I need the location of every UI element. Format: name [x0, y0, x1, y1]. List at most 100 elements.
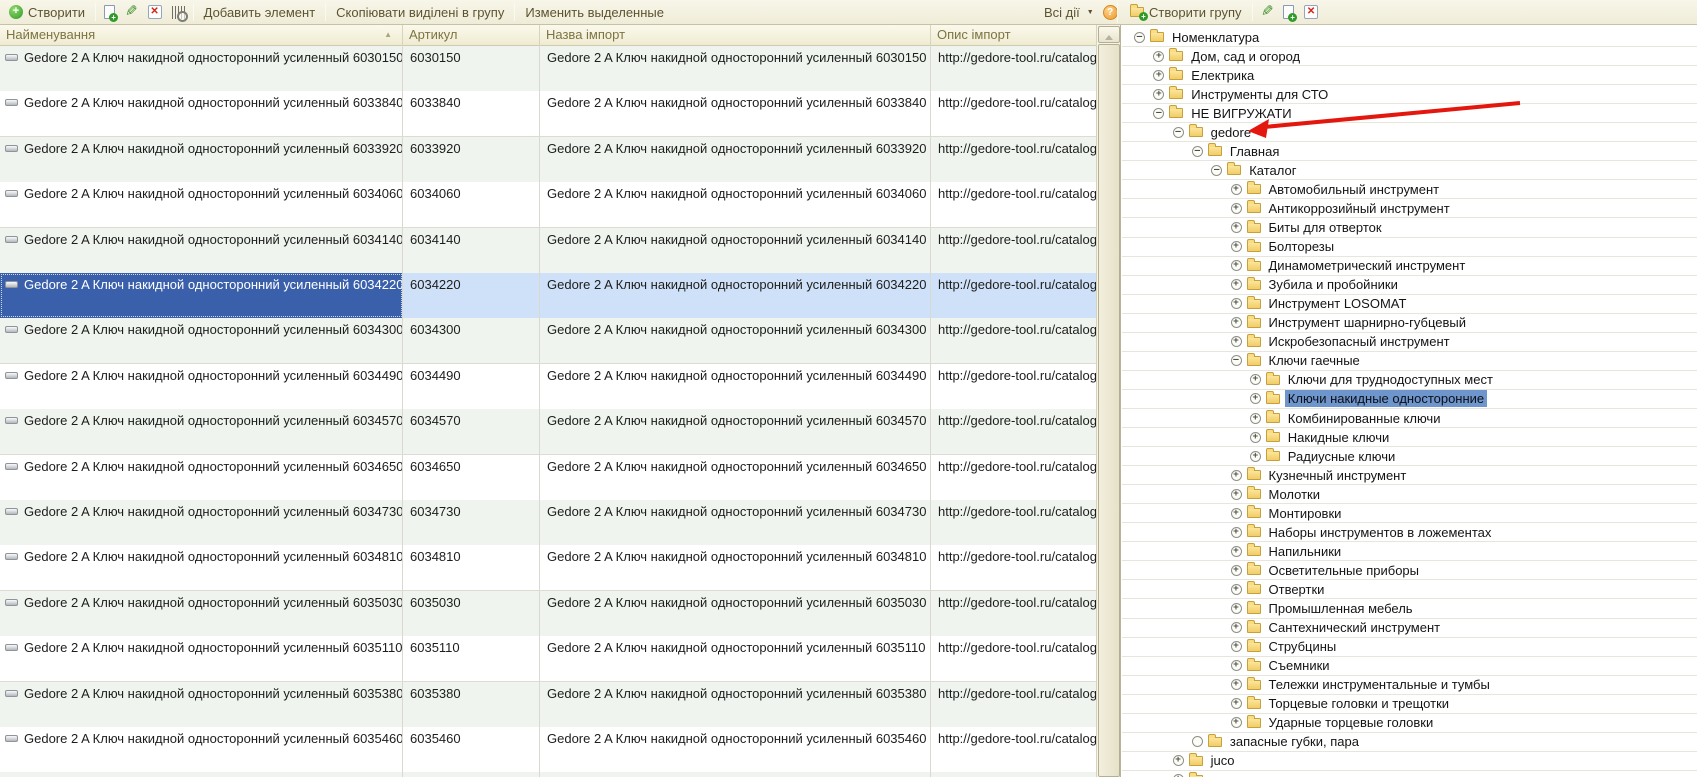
help-icon[interactable]: ?: [1102, 4, 1118, 20]
expand-icon[interactable]: +: [1249, 393, 1261, 405]
cell-import-desc[interactable]: http://gedore-tool.ru/catalog/d...: [931, 591, 1096, 636]
expand-icon[interactable]: +: [1230, 279, 1242, 291]
tree-item[interactable]: + Инструмент шарнирно-губцевый: [1122, 314, 1697, 333]
cell-import-desc[interactable]: http://gedore-tool.ru/catalog/d...: [931, 228, 1096, 273]
cell-article[interactable]: 6035380: [403, 681, 540, 727]
tree-delete-button[interactable]: ✕: [1299, 1, 1323, 23]
expand-icon[interactable]: +: [1153, 50, 1165, 62]
tree-item[interactable]: + Монтировки: [1122, 504, 1697, 524]
collapse-icon[interactable]: –: [1134, 31, 1145, 43]
tree-item[interactable]: + Инструмент LOSOMAT: [1122, 295, 1697, 314]
table-row[interactable]: Gedore 2 A Ключ накидной односторонний у…: [0, 772, 1096, 777]
tree-item[interactable]: + Накидные ключи: [1122, 428, 1697, 448]
cell-import-desc[interactable]: http://gedore-tool.ru/catalog/d...: [931, 318, 1096, 363]
cell-import-desc[interactable]: http://gedore-tool.ru/catalog/d...: [931, 682, 1096, 727]
tree-copy-button[interactable]: +: [1278, 1, 1299, 23]
tree-item[interactable]: + Биты для отверток: [1122, 219, 1697, 238]
cell-name[interactable]: Gedore 2 A Ключ накидной односторонний у…: [0, 545, 403, 591]
tree-item[interactable]: + Напильники: [1122, 542, 1697, 562]
expand-icon[interactable]: +: [1249, 412, 1261, 424]
table-row[interactable]: Gedore 2 A Ключ накидной односторонний у…: [0, 727, 1096, 773]
table-row[interactable]: Gedore 2 A Ключ накидной односторонний у…: [0, 409, 1096, 456]
table-row[interactable]: Gedore 2 A Ключ накидной односторонний у…: [0, 318, 1096, 365]
expand-icon[interactable]: +: [1230, 241, 1242, 253]
tree-item[interactable]: – Главная: [1122, 142, 1697, 162]
table-row[interactable]: Gedore 2 A Ключ накидной односторонний у…: [0, 273, 1096, 319]
expand-icon[interactable]: +: [1230, 603, 1242, 614]
tree-item[interactable]: + Комбинированные ключи: [1122, 409, 1697, 428]
cell-name[interactable]: Gedore 2 A Ключ накидной односторонний у…: [0, 46, 403, 91]
table-row[interactable]: Gedore 2 A Ключ накидной односторонний у…: [0, 545, 1096, 592]
tree-item[interactable]: + Динамометрический инструмент: [1122, 257, 1697, 276]
cell-import-name[interactable]: Gedore 2 A Ключ накидной односторонний у…: [540, 46, 931, 91]
cell-import-desc[interactable]: http://gedore-tool.ru/catalog/d...: [931, 500, 1096, 545]
table-row[interactable]: Gedore 2 A Ключ накидной односторонний у…: [0, 46, 1096, 92]
cell-import-desc[interactable]: http://gedore-tool.ru/catalog/d...: [931, 364, 1096, 409]
expand-icon[interactable]: +: [1230, 507, 1242, 519]
cell-import-desc[interactable]: http://gedore-tool.ru/catalog/d...: [931, 455, 1096, 500]
barcode-search-button[interactable]: [167, 1, 190, 23]
cell-name[interactable]: Gedore 2 A Ключ накидной односторонний у…: [0, 500, 403, 545]
cell-name[interactable]: Gedore 2 A Ключ накидной односторонний у…: [0, 182, 403, 228]
tree-item[interactable]: + Автомобильный инструмент: [1122, 180, 1697, 200]
cell-name[interactable]: Gedore 2 A Ключ накидной односторонний у…: [0, 136, 403, 182]
cell-name[interactable]: Gedore 2 A Ключ накидной односторонний у…: [0, 681, 403, 727]
table-row[interactable]: Gedore 2 A Ключ накидной односторонний у…: [0, 363, 1096, 410]
tree-item[interactable]: – Ключи гаечные: [1122, 352, 1697, 371]
delete-item-button[interactable]: ✕: [143, 1, 167, 23]
cell-import-name[interactable]: Gedore 2 A Ключ накидной односторонний у…: [540, 500, 931, 545]
tree-item[interactable]: запасные губки, пара: [1122, 733, 1697, 752]
column-header-article[interactable]: Артикул: [403, 25, 540, 46]
cell-import-desc[interactable]: http://gedore-tool.ru/catalog/d...: [931, 182, 1096, 227]
table-row[interactable]: Gedore 2 A Ключ накидной односторонний у…: [0, 227, 1096, 274]
expand-icon[interactable]: +: [1230, 488, 1242, 500]
expand-icon[interactable]: +: [1230, 545, 1242, 557]
tree-item[interactable]: + Отвертки: [1122, 580, 1697, 600]
cell-article[interactable]: 6034490: [403, 363, 540, 409]
cell-name[interactable]: Gedore 2 A Ключ накидной односторонний у…: [0, 227, 403, 273]
expand-icon[interactable]: +: [1230, 469, 1242, 481]
cell-import-name[interactable]: Gedore 2 A Ключ накидной односторонний у…: [540, 409, 931, 455]
column-header-import-desc[interactable]: Опис імпорт: [931, 25, 1096, 46]
cell-import-desc[interactable]: http://gedore-tool.ru/catalog/d...: [931, 545, 1096, 590]
table-row[interactable]: Gedore 2 A Ключ накидной односторонний у…: [0, 182, 1096, 229]
cell-name[interactable]: Gedore 2 A Ключ накидной односторонний у…: [0, 590, 403, 636]
cell-name[interactable]: Gedore 2 A Ключ накидной односторонний у…: [0, 91, 403, 137]
column-header-import-name[interactable]: Назва імпорт: [540, 25, 931, 46]
cell-article[interactable]: 6034730: [403, 500, 540, 545]
copy-selected-to-group-button[interactable]: Скопіювати виділені в групу: [329, 1, 511, 23]
cell-article[interactable]: 6034570: [403, 409, 540, 455]
cell-article[interactable]: 6035460: [403, 727, 540, 772]
expand-icon[interactable]: +: [1230, 526, 1242, 538]
expand-icon[interactable]: +: [1230, 222, 1242, 233]
tree-item[interactable]: + Антикоррозийный инструмент: [1122, 199, 1697, 219]
tree-item[interactable]: + Зубила и пробойники: [1122, 276, 1697, 295]
cell-import-name[interactable]: Gedore 2 A Ключ накидной односторонний у…: [540, 273, 931, 318]
cell-import-name[interactable]: Gedore 2 A Ключ накидной односторонний у…: [540, 454, 931, 500]
cell-article[interactable]: 6034220: [403, 273, 540, 318]
tree-item[interactable]: + Струбцины: [1122, 638, 1697, 657]
expand-icon[interactable]: +: [1230, 660, 1242, 672]
add-element-button[interactable]: Добавить элемент: [197, 1, 323, 23]
cell-import-name[interactable]: Gedore 2 A Ключ накидной односторонний у…: [540, 545, 931, 591]
expand-icon[interactable]: +: [1230, 583, 1242, 595]
cell-name[interactable]: Gedore 2 A Ключ накидной односторонний у…: [0, 454, 403, 500]
collapse-icon[interactable]: –: [1230, 355, 1242, 367]
expand-icon[interactable]: +: [1230, 317, 1242, 329]
cell-name[interactable]: Gedore 2 A Ключ накидной односторонний у…: [0, 727, 403, 772]
cell-article[interactable]: 6034140: [403, 227, 540, 273]
cell-name[interactable]: Gedore 2 A Ключ накидной односторонний у…: [0, 636, 403, 682]
cell-article[interactable]: 6033920: [403, 136, 540, 182]
table-row[interactable]: Gedore 2 A Ключ накидной односторонний у…: [0, 454, 1096, 501]
cell-import-desc[interactable]: http://gedore-tool.ru/catalog/d...: [931, 137, 1096, 182]
collapse-icon[interactable]: –: [1191, 145, 1203, 157]
cell-article[interactable]: 6034810: [403, 545, 540, 591]
expand-icon[interactable]: +: [1249, 431, 1261, 443]
expand-icon[interactable]: +: [1230, 260, 1242, 272]
table-row[interactable]: Gedore 2 A Ключ накидной односторонний у…: [0, 590, 1096, 637]
cell-article[interactable]: 6035540: [403, 772, 540, 777]
tree-item[interactable]: + Съемники: [1122, 657, 1697, 676]
cell-import-name[interactable]: Gedore 2 A Ключ накидной односторонний у…: [540, 772, 931, 777]
expand-icon[interactable]: +: [1230, 641, 1242, 653]
tree-item[interactable]: – Номенклатура: [1122, 28, 1697, 47]
